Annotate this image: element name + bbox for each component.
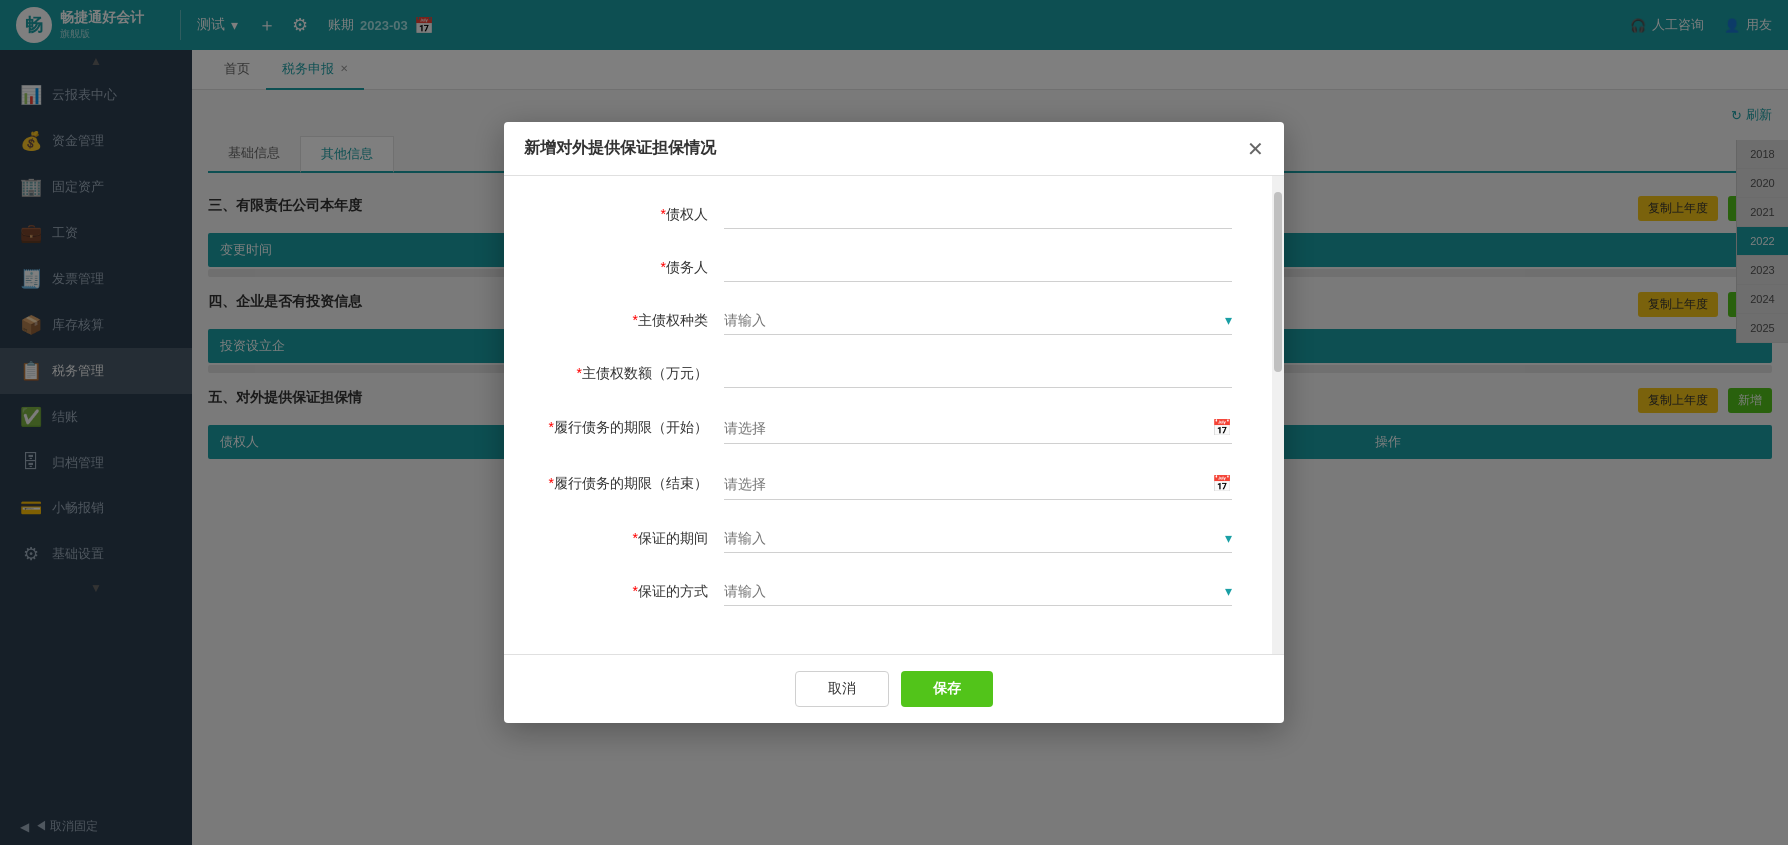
form-row-creditor: *债权人 [544, 200, 1232, 229]
date-period-end[interactable]: 📅 [724, 468, 1232, 500]
cancel-button[interactable]: 取消 [795, 671, 889, 707]
form-row-period-end: *履行债务的期限（结束） 📅 [544, 468, 1232, 500]
input-period-end[interactable] [724, 476, 1212, 492]
modal-scroll-content: *债权人 *债务人 *主债权种类 [504, 176, 1272, 654]
modal-close-button[interactable]: ✕ [1247, 139, 1264, 159]
label-claim-amount: *主债权数额（万元） [544, 365, 724, 383]
input-guarantee-period[interactable] [724, 530, 1225, 546]
label-period-start: *履行债务的期限（开始） [544, 419, 724, 437]
input-claim-amount[interactable] [724, 359, 1232, 388]
select-guarantee-method[interactable]: ▾ [724, 577, 1232, 606]
required-period-start: * [549, 419, 554, 435]
label-guarantee-method: *保证的方式 [544, 583, 724, 601]
calendar-end-icon[interactable]: 📅 [1212, 474, 1232, 493]
chevron-down-claim-icon: ▾ [1225, 312, 1232, 328]
modal-scroll-wrap: *债权人 *债务人 *主债权种类 [504, 176, 1284, 654]
input-debtor[interactable] [724, 253, 1232, 282]
date-period-start[interactable]: 📅 [724, 412, 1232, 444]
required-creditor: * [661, 206, 666, 222]
form-row-claim-type: *主债权种类 ▾ [544, 306, 1232, 335]
select-claim-type[interactable]: ▾ [724, 306, 1232, 335]
calendar-start-icon[interactable]: 📅 [1212, 418, 1232, 437]
chevron-down-period-icon: ▾ [1225, 530, 1232, 546]
modal-scrollbar-thumb[interactable] [1274, 192, 1282, 372]
required-guarantee-period: * [633, 530, 638, 546]
label-debtor: *债务人 [544, 259, 724, 277]
input-period-start[interactable] [724, 420, 1212, 436]
required-claim-amount: * [577, 365, 582, 381]
modal-scrollbar[interactable] [1272, 176, 1284, 654]
form-row-guarantee-method: *保证的方式 ▾ [544, 577, 1232, 606]
label-claim-type: *主债权种类 [544, 312, 724, 330]
modal-footer: 取消 保存 [504, 654, 1284, 723]
input-creditor[interactable] [724, 200, 1232, 229]
required-claim-type: * [633, 312, 638, 328]
select-guarantee-period[interactable]: ▾ [724, 524, 1232, 553]
modal-overlay: 新增对外提供保证担保情况 ✕ *债权人 *债务人 [0, 0, 1788, 845]
form-row-period-start: *履行债务的期限（开始） 📅 [544, 412, 1232, 444]
required-period-end: * [549, 475, 554, 491]
input-claim-type[interactable] [724, 312, 1225, 328]
modal-body: *债权人 *债务人 *主债权种类 [504, 176, 1284, 654]
label-guarantee-period: *保证的期间 [544, 530, 724, 548]
form-row-debtor: *债务人 [544, 253, 1232, 282]
modal: 新增对外提供保证担保情况 ✕ *债权人 *债务人 [504, 122, 1284, 723]
modal-header: 新增对外提供保证担保情况 ✕ [504, 122, 1284, 176]
save-button[interactable]: 保存 [901, 671, 993, 707]
required-debtor: * [661, 259, 666, 275]
input-guarantee-method[interactable] [724, 583, 1225, 599]
required-guarantee-method: * [633, 583, 638, 599]
form-row-claim-amount: *主债权数额（万元） [544, 359, 1232, 388]
chevron-down-method-icon: ▾ [1225, 583, 1232, 599]
label-creditor: *债权人 [544, 206, 724, 224]
modal-title: 新增对外提供保证担保情况 [524, 138, 716, 159]
label-period-end: *履行债务的期限（结束） [544, 475, 724, 493]
form-row-guarantee-period: *保证的期间 ▾ [544, 524, 1232, 553]
